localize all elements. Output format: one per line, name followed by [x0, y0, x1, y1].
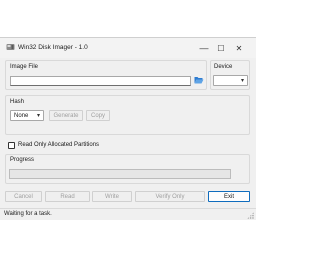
copy-button[interactable]: Copy [86, 110, 110, 121]
chevron-down-icon: ▾ [36, 113, 40, 119]
image-file-group: Image File [5, 60, 207, 90]
device-group: Device ▾ [210, 60, 250, 90]
progress-bar [9, 169, 231, 179]
image-file-input[interactable] [10, 76, 191, 86]
status-text: Waiting for a task. [4, 211, 52, 217]
resize-grip-icon[interactable] [247, 212, 254, 219]
close-button[interactable]: ✕ [231, 41, 247, 55]
app-icon [6, 44, 15, 50]
image-file-label: Image File [10, 64, 39, 70]
hash-type-select[interactable]: None ▾ [10, 110, 44, 121]
progress-group: Progress [5, 154, 250, 184]
app-window: Win32 Disk Imager - 1.0 — ☐ ✕ Image File… [0, 37, 256, 220]
hash-group: Hash None ▾ Generate Copy [5, 95, 250, 135]
exit-button[interactable]: Exit [208, 191, 250, 202]
hash-selected-value: None [14, 112, 29, 119]
window-title: Win32 Disk Imager - 1.0 [18, 44, 88, 51]
maximize-button[interactable]: ☐ [213, 41, 229, 55]
minimize-button[interactable]: — [196, 41, 212, 55]
generate-button[interactable]: Generate [49, 110, 83, 121]
folder-open-icon[interactable] [194, 75, 204, 85]
chevron-down-icon: ▾ [240, 78, 244, 84]
read-button[interactable]: Read [45, 191, 90, 202]
verify-only-button[interactable]: Verify Only [135, 191, 205, 202]
write-button[interactable]: Write [92, 191, 132, 202]
progress-label: Progress [10, 157, 35, 163]
device-label: Device [214, 64, 233, 70]
read-only-checkbox[interactable] [8, 142, 15, 149]
read-only-label[interactable]: Read Only Allocated Partitions [18, 142, 99, 148]
title-bar[interactable]: Win32 Disk Imager - 1.0 — ☐ ✕ [0, 38, 256, 58]
device-select[interactable]: ▾ [213, 75, 248, 86]
cancel-button[interactable]: Cancel [5, 191, 42, 202]
hash-label: Hash [10, 99, 25, 105]
status-bar: Waiting for a task. [0, 208, 256, 220]
